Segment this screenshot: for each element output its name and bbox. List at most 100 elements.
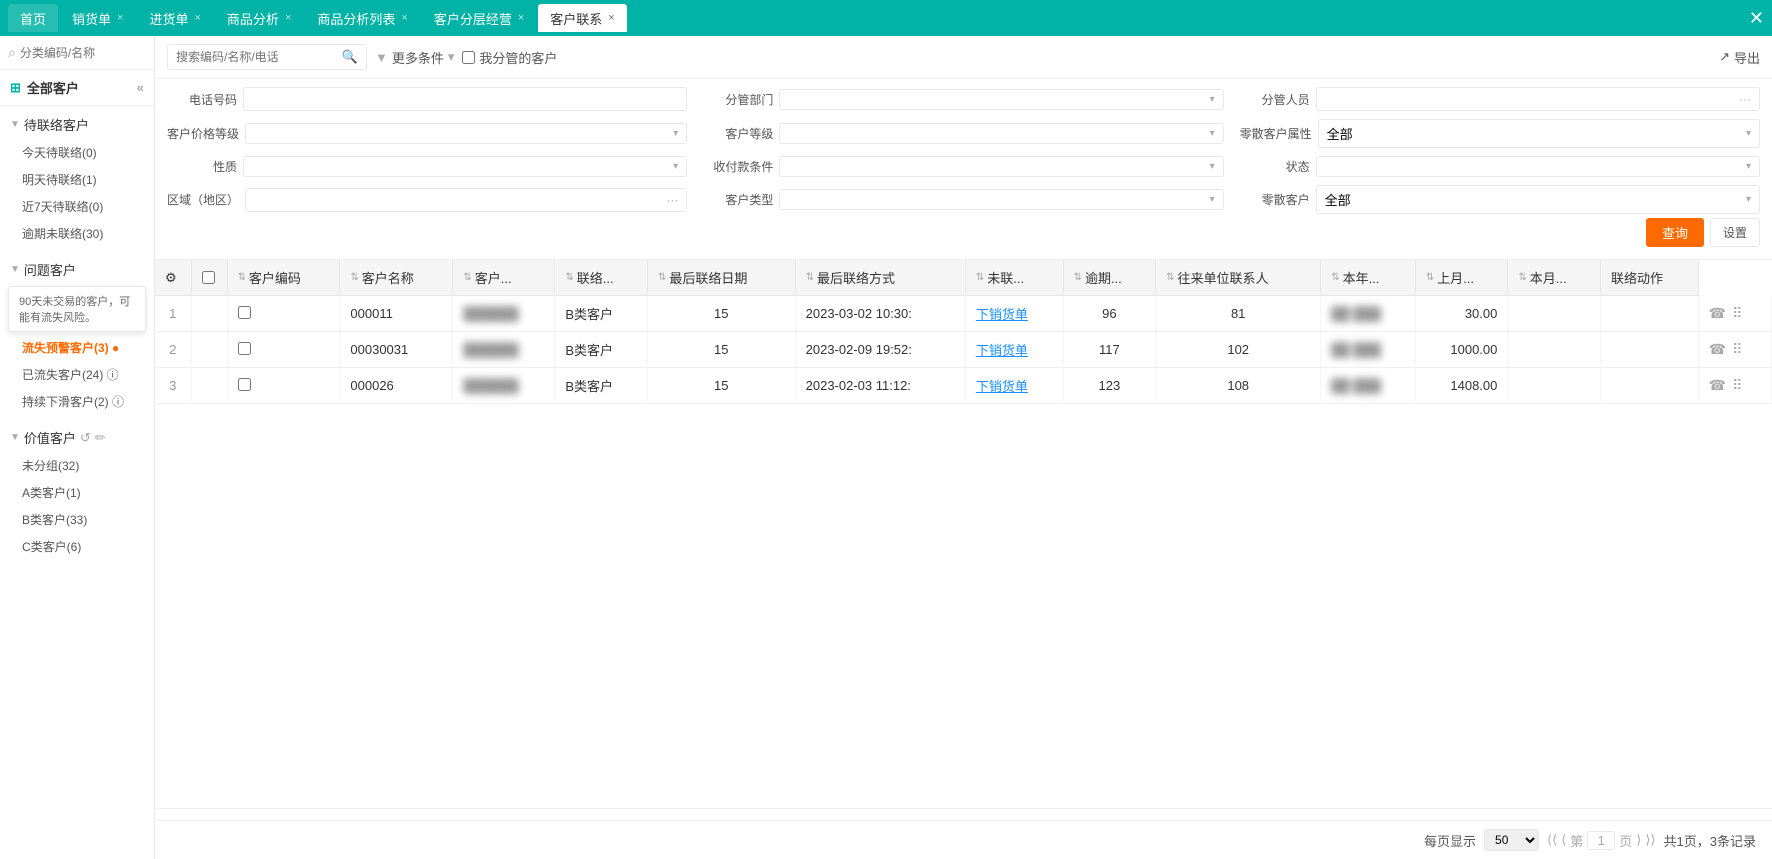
sidebar-group-pending[interactable]: ▼ 待联络客户 (0, 110, 154, 139)
query-button[interactable]: 查询 (1646, 218, 1704, 247)
my-customers-check[interactable] (462, 51, 475, 64)
grid-icon: ⊞ (10, 80, 21, 96)
page-size-select[interactable]: 50 100 200 (1484, 829, 1539, 851)
setting-button[interactable]: 设置 (1710, 218, 1760, 247)
close-icon[interactable]: × (194, 12, 200, 24)
th-action: 联络动作 (1600, 260, 1698, 296)
horizontal-scrollbar[interactable] (155, 808, 1772, 820)
close-icon[interactable]: × (608, 12, 614, 24)
th-unlink-days[interactable]: ⇅ 未联... (965, 260, 1063, 296)
close-icon[interactable]: × (518, 12, 524, 24)
page-last-icon[interactable]: ⟩⟩ (1645, 832, 1655, 848)
search-icon: ⌕ (8, 44, 16, 61)
contact-icon[interactable]: ☎ (1709, 377, 1726, 394)
row-name: ██████ (453, 332, 555, 368)
th-this-year[interactable]: ⇅ 本年... (1321, 260, 1416, 296)
sidebar-item-class-a[interactable]: A类客户(1) (0, 479, 154, 506)
sidebar-root[interactable]: ⊞ 全部客户 « (0, 70, 154, 106)
sidebar-item-ungroup[interactable]: 未分组(32) (0, 452, 154, 479)
edit-icon[interactable]: ✏ (95, 430, 106, 446)
search-input[interactable] (176, 50, 338, 64)
row-action: ☎ ⠿ (1698, 368, 1771, 404)
row-last-method[interactable]: 下销货单 (965, 332, 1063, 368)
contact-icon[interactable]: ☎ (1709, 341, 1726, 358)
sidebar-item-class-b[interactable]: B类客户(33) (0, 506, 154, 533)
more-action-icon[interactable]: ⠿ (1732, 341, 1742, 358)
grade-select[interactable]: ▾ (779, 123, 1223, 144)
row-checkbox[interactable] (227, 332, 340, 368)
more-action-icon[interactable]: ⠿ (1732, 305, 1742, 322)
customer-type-select[interactable]: ▾ (779, 189, 1223, 210)
my-customers-checkbox[interactable]: 我分管的客户 (462, 48, 557, 67)
tab-home[interactable]: 首页 (8, 4, 58, 32)
th-last-month[interactable]: ⇅ 上月... (1415, 260, 1508, 296)
more-conditions-btn[interactable]: ▼ 更多条件 ▾ (375, 48, 454, 67)
row-last-method[interactable]: 下销货单 (965, 296, 1063, 332)
page-prev-icon[interactable]: ⟨ (1561, 832, 1566, 848)
row-this-month (1600, 296, 1698, 332)
th-this-month[interactable]: ⇅ 本月... (1508, 260, 1601, 296)
close-icon[interactable]: × (117, 12, 123, 24)
payment-select[interactable]: ▾ (779, 156, 1223, 177)
sidebar-item-declining[interactable]: 持续下滑客户(2) ⓘ (0, 388, 154, 415)
window-close-icon[interactable]: ✕ (1749, 8, 1764, 29)
th-contact-person[interactable]: ⇅ 往来单位联系人 (1156, 260, 1321, 296)
th-checkbox[interactable] (191, 260, 227, 296)
th-last-date[interactable]: ⇅ 最后联络日期 (647, 260, 795, 296)
th-settings[interactable]: ⚙ (155, 260, 191, 296)
th-name[interactable]: ⇅ 客户名称 (340, 260, 453, 296)
sidebar-item-class-c[interactable]: C类客户(6) (0, 533, 154, 560)
sidebar-item-churned[interactable]: 已流失客户(24) ⓘ (0, 361, 154, 388)
export-btn[interactable]: ↗ 导出 (1719, 48, 1760, 67)
sidebar-item-overdue[interactable]: 逾期未联络(30) (0, 220, 154, 247)
sidebar-group-problem[interactable]: ▼ 问题客户 (0, 255, 154, 284)
th-contact-count[interactable]: ⇅ 联络... (555, 260, 648, 296)
page-first-icon[interactable]: ⟨⟨ (1547, 832, 1557, 848)
page-current[interactable]: 1 (1587, 831, 1615, 850)
sidebar-search: ⌕ (0, 36, 154, 70)
gender-select[interactable]: ▾ (243, 156, 687, 177)
tab-product-analysis[interactable]: 商品分析 × (215, 4, 303, 32)
sidebar-group-value[interactable]: ▼ 价值客户 ↺ ✏ (0, 423, 154, 452)
search-box[interactable]: 🔍 (167, 44, 367, 70)
dept-select[interactable]: ▾ (779, 89, 1223, 110)
status-select[interactable]: ▾ (1316, 156, 1760, 177)
tab-purchase[interactable]: 进货单 × (137, 4, 212, 32)
th-type[interactable]: ⇅ 客户... (453, 260, 555, 296)
sidebar-item-7days[interactable]: 近7天待联络(0) (0, 193, 154, 220)
price-grade-select[interactable]: ▾ (245, 123, 687, 144)
th-code[interactable]: ⇅ 客户编码 (227, 260, 340, 296)
refresh-icon[interactable]: ↺ (80, 430, 91, 446)
person-select[interactable]: ··· (1316, 87, 1760, 111)
zero-attr-select[interactable]: 全部 ▾ (1318, 119, 1760, 148)
region-select[interactable]: ··· (245, 188, 687, 212)
th-overdue[interactable]: ⇅ 逾期... (1063, 260, 1156, 296)
sidebar-item-today[interactable]: 今天待联络(0) (0, 139, 154, 166)
sort-icon: ⇅ (1331, 272, 1339, 283)
sidebar-section-problem: ▼ 问题客户 90天未交易的客户，可能有流失风险。 流失预警客户(3) ● 已流… (0, 251, 154, 419)
sidebar-search-input[interactable] (20, 46, 155, 60)
th-last-method[interactable]: ⇅ 最后联络方式 (795, 260, 965, 296)
tab-customer-tier[interactable]: 客户分层经营 × (422, 4, 536, 32)
page-next-icon[interactable]: ⟩ (1636, 832, 1641, 848)
row-checkbox[interactable] (227, 296, 340, 332)
tab-product-list[interactable]: 商品分析列表 × (305, 4, 419, 32)
collapse-icon[interactable]: « (137, 80, 144, 95)
sidebar-item-churn-warning[interactable]: 流失预警客户(3) ● (0, 334, 154, 361)
contact-icon[interactable]: ☎ (1709, 305, 1726, 322)
select-all-checkbox[interactable] (202, 271, 215, 284)
sidebar-item-tomorrow[interactable]: 明天待联络(1) (0, 166, 154, 193)
tab-sales[interactable]: 销货单 × (60, 4, 135, 32)
row-last-method[interactable]: 下销货单 (965, 368, 1063, 404)
row-last-date: 2023-03-02 10:30: (795, 296, 965, 332)
row-checkbox[interactable] (227, 368, 340, 404)
tab-customer-contact[interactable]: 客户联系 × (538, 4, 626, 32)
settings-icon[interactable]: ⚙ (165, 270, 177, 286)
close-icon[interactable]: × (401, 12, 407, 24)
zero-customer-select[interactable]: 全部 ▾ (1316, 185, 1760, 214)
close-icon[interactable]: × (285, 12, 291, 24)
more-action-icon[interactable]: ⠿ (1732, 377, 1742, 394)
phone-input[interactable] (243, 87, 687, 111)
row-name: ██████ (453, 296, 555, 332)
search-submit-icon[interactable]: 🔍 (342, 49, 358, 65)
